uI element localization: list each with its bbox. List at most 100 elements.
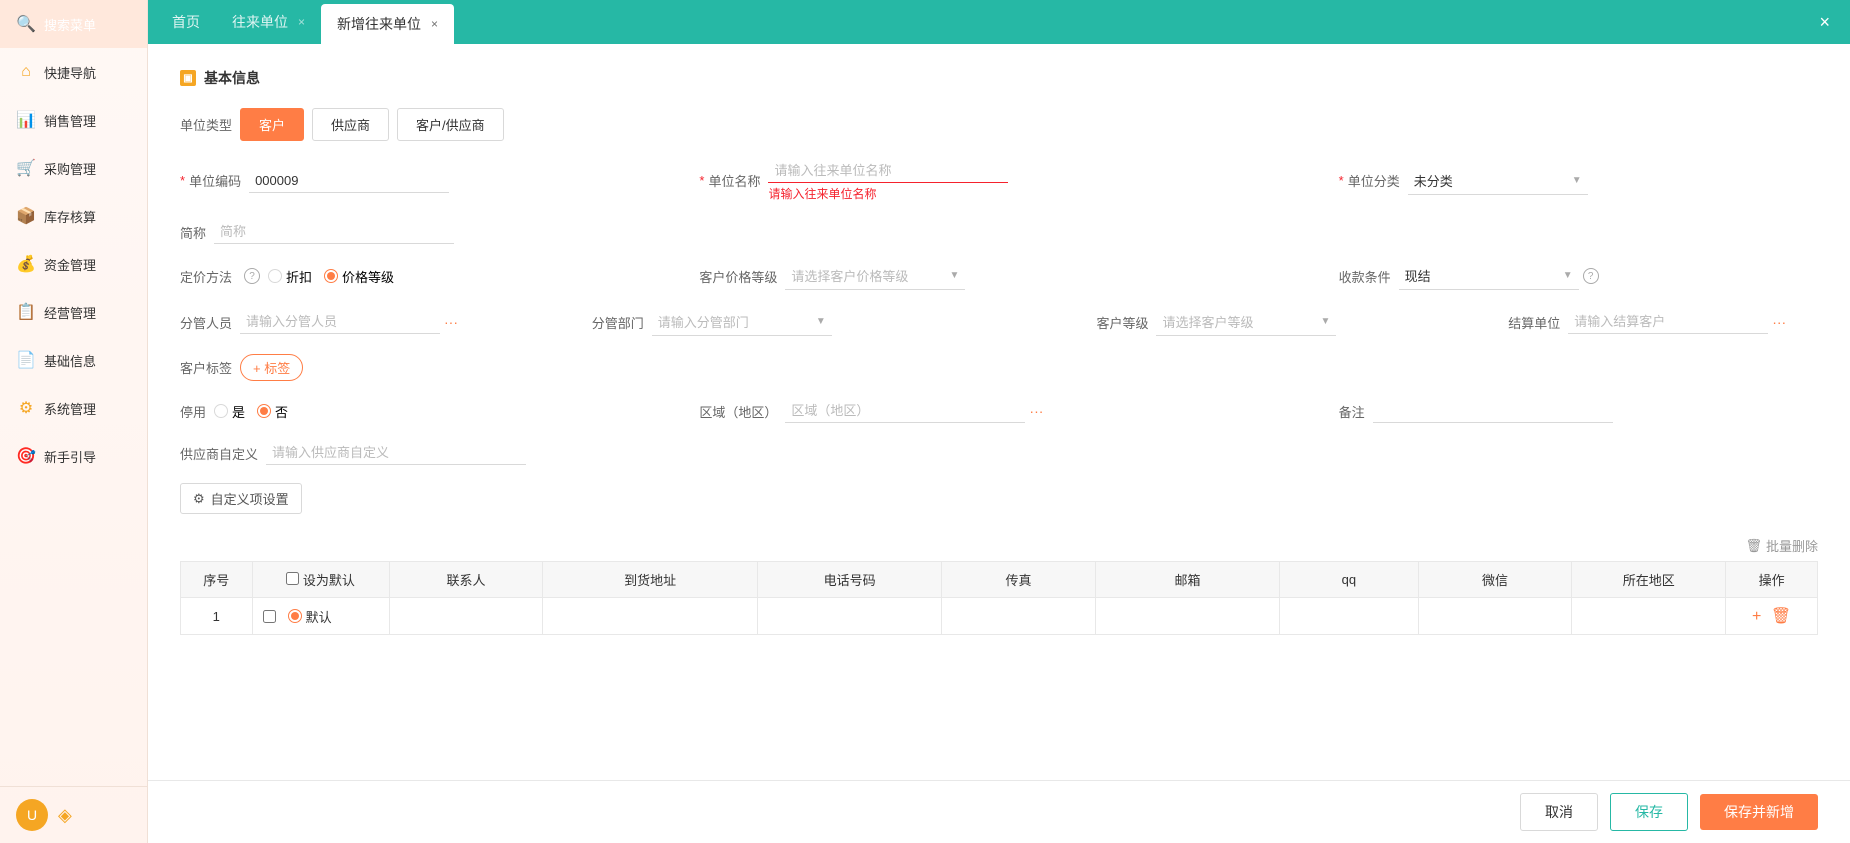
qq-input[interactable] [1314, 609, 1384, 624]
supplier-custom-group: 供应商自定义 [180, 441, 1818, 465]
unit-category-select[interactable]: 未分类 ▼ [1408, 167, 1588, 195]
delete-row-btn[interactable]: 🗑 [1771, 608, 1791, 625]
radio-yes-circle [214, 404, 228, 418]
sidebar-bottom: U ◈ [0, 786, 147, 843]
col-contact: 联系人 [389, 562, 543, 598]
customer-price-level-select[interactable]: 请选择客户价格等级 ▼ [785, 262, 965, 290]
department-select[interactable]: 请输入分管部门 ▼ [652, 308, 832, 336]
sidebar-item-search[interactable]: 🔍 搜索菜单 [0, 0, 147, 48]
customer-level-select[interactable]: 请选择客户等级 ▼ [1156, 308, 1336, 336]
wechat-input[interactable] [1455, 609, 1535, 624]
delete-icon: 🗑 [1745, 538, 1762, 554]
short-name-row: 简称 [180, 220, 1818, 244]
customer-level-chevron: ▼ [1321, 316, 1331, 327]
region-table-input[interactable] [1609, 609, 1689, 624]
sidebar-item-purchase[interactable]: 🛒 采购管理 [0, 144, 147, 192]
save-new-button[interactable]: 保存并新增 [1700, 794, 1818, 830]
region-group: 区域（地区） ··· [699, 399, 1298, 423]
radio-price-level[interactable]: 价格等级 [324, 267, 394, 286]
email-input[interactable] [1138, 609, 1238, 624]
radio-discount[interactable]: 折扣 [268, 267, 312, 286]
basic-icon: 📄 [16, 350, 36, 370]
cell-action: + 🗑 [1726, 598, 1818, 635]
settlement-unit-input[interactable] [1568, 310, 1768, 334]
unit-code-input[interactable] [249, 169, 449, 193]
type-btn-both[interactable]: 客户/供应商 [397, 108, 504, 141]
cell-index: 1 [181, 598, 253, 635]
cancel-button[interactable]: 取消 [1520, 793, 1598, 831]
remarks-group: 备注 [1339, 399, 1818, 423]
sidebar-item-quick-nav[interactable]: ⌂ 快捷导航 [0, 48, 147, 96]
sidebar: 🔍 搜索菜单 ⌂ 快捷导航 📊 销售管理 🛒 采购管理 📦 库存核算 💰 资金管… [0, 0, 148, 843]
form-content: ▣ 基本信息 单位类型 客户 供应商 客户/供应商 * 单位编码 * [148, 44, 1850, 780]
table-body: 1 默认 [181, 598, 1818, 635]
sidebar-item-basic[interactable]: 📄 基础信息 [0, 336, 147, 384]
pricing-method-group: 定价方法 ? 折扣 价格等级 [180, 267, 659, 286]
inventory-icon: 📦 [16, 206, 36, 226]
sidebar-item-operations[interactable]: 📋 经营管理 [0, 288, 147, 336]
custom-settings-btn[interactable]: ⚙ 自定义项设置 [180, 483, 302, 514]
fax-input[interactable] [979, 609, 1059, 624]
tab-home[interactable]: 首页 [156, 0, 216, 44]
sales-icon: 📊 [16, 110, 36, 130]
sidebar-item-inventory[interactable]: 📦 库存核算 [0, 192, 147, 240]
supplier-custom-input[interactable] [266, 441, 526, 465]
unit-name-group: * 单位名称 请输入往来单位名称 [699, 159, 1298, 202]
user-level-icon: ◈ [58, 805, 72, 826]
region-input[interactable] [785, 399, 1025, 423]
address-input[interactable] [590, 609, 710, 624]
select-all-checkbox[interactable] [286, 572, 299, 585]
cell-fax [942, 598, 1096, 635]
unit-name-input[interactable] [768, 159, 1008, 183]
sidebar-item-system[interactable]: ⚙ 系统管理 [0, 384, 147, 432]
manager-more-btn[interactable]: ··· [444, 314, 458, 330]
section-basic-info: ▣ 基本信息 [180, 68, 1818, 88]
radio-disabled-no[interactable]: 否 [257, 402, 288, 421]
short-name-label: 简称 [180, 223, 206, 242]
sidebar-item-guide[interactable]: 🎯 新手引导 [0, 432, 147, 480]
customer-level-group: 客户等级 请选择客户等级 ▼ [1096, 308, 1468, 336]
tab-new-partner[interactable]: 新增往来单位 × [321, 4, 454, 44]
batch-delete-area[interactable]: 🗑 批量删除 [180, 536, 1818, 555]
col-email: 邮箱 [1095, 562, 1279, 598]
radio-disabled-yes[interactable]: 是 [214, 402, 245, 421]
col-address: 到货地址 [543, 562, 758, 598]
manager-label: 分管人员 [180, 313, 232, 332]
cell-region [1572, 598, 1726, 635]
manager-input[interactable] [240, 310, 440, 334]
remarks-input[interactable] [1373, 399, 1613, 423]
tab-partners-close[interactable]: × [298, 15, 305, 29]
payment-terms-select[interactable]: 现结 ▼ [1399, 262, 1579, 290]
col-wechat: 微信 [1418, 562, 1572, 598]
settlement-unit-more-btn[interactable]: ··· [1772, 314, 1786, 330]
pricing-method-help-icon[interactable]: ? [244, 268, 260, 284]
customer-tag-label: 客户标签 [180, 358, 232, 377]
type-btn-supplier[interactable]: 供应商 [312, 108, 389, 141]
unit-name-error: 请输入往来单位名称 [768, 185, 1008, 202]
row-checkbox[interactable] [263, 610, 276, 623]
add-tag-btn[interactable]: + 标签 [240, 354, 303, 381]
pricing-method-label: 定价方法 [180, 267, 232, 286]
supplier-custom-label: 供应商自定义 [180, 444, 258, 463]
tab-bar-close-all[interactable]: × [1807, 12, 1842, 33]
supplier-custom-row: 供应商自定义 [180, 441, 1818, 465]
department-chevron: ▼ [816, 316, 826, 327]
search-icon: 🔍 [16, 14, 36, 34]
tab-partners[interactable]: 往来单位 × [216, 0, 321, 44]
save-button[interactable]: 保存 [1610, 793, 1688, 831]
sidebar-item-sales[interactable]: 📊 销售管理 [0, 96, 147, 144]
sidebar-item-finance[interactable]: 💰 资金管理 [0, 240, 147, 288]
phone-input[interactable] [800, 609, 900, 624]
short-name-group: 简称 [180, 220, 1818, 244]
tab-new-partner-close[interactable]: × [431, 17, 438, 31]
add-row-btn[interactable]: + [1752, 608, 1761, 625]
payment-terms-help-icon[interactable]: ? [1583, 268, 1599, 284]
pricing-radio-group: 折扣 价格等级 [268, 267, 394, 286]
contact-input[interactable] [426, 609, 506, 624]
pricing-row: 定价方法 ? 折扣 价格等级 客户价格等级 请选择客户价格等级 [180, 262, 1818, 290]
avatar: U [16, 799, 48, 831]
region-more-btn[interactable]: ··· [1029, 403, 1043, 419]
home-icon: ⌂ [16, 62, 36, 82]
type-btn-customer[interactable]: 客户 [240, 108, 304, 141]
short-name-input[interactable] [214, 220, 454, 244]
